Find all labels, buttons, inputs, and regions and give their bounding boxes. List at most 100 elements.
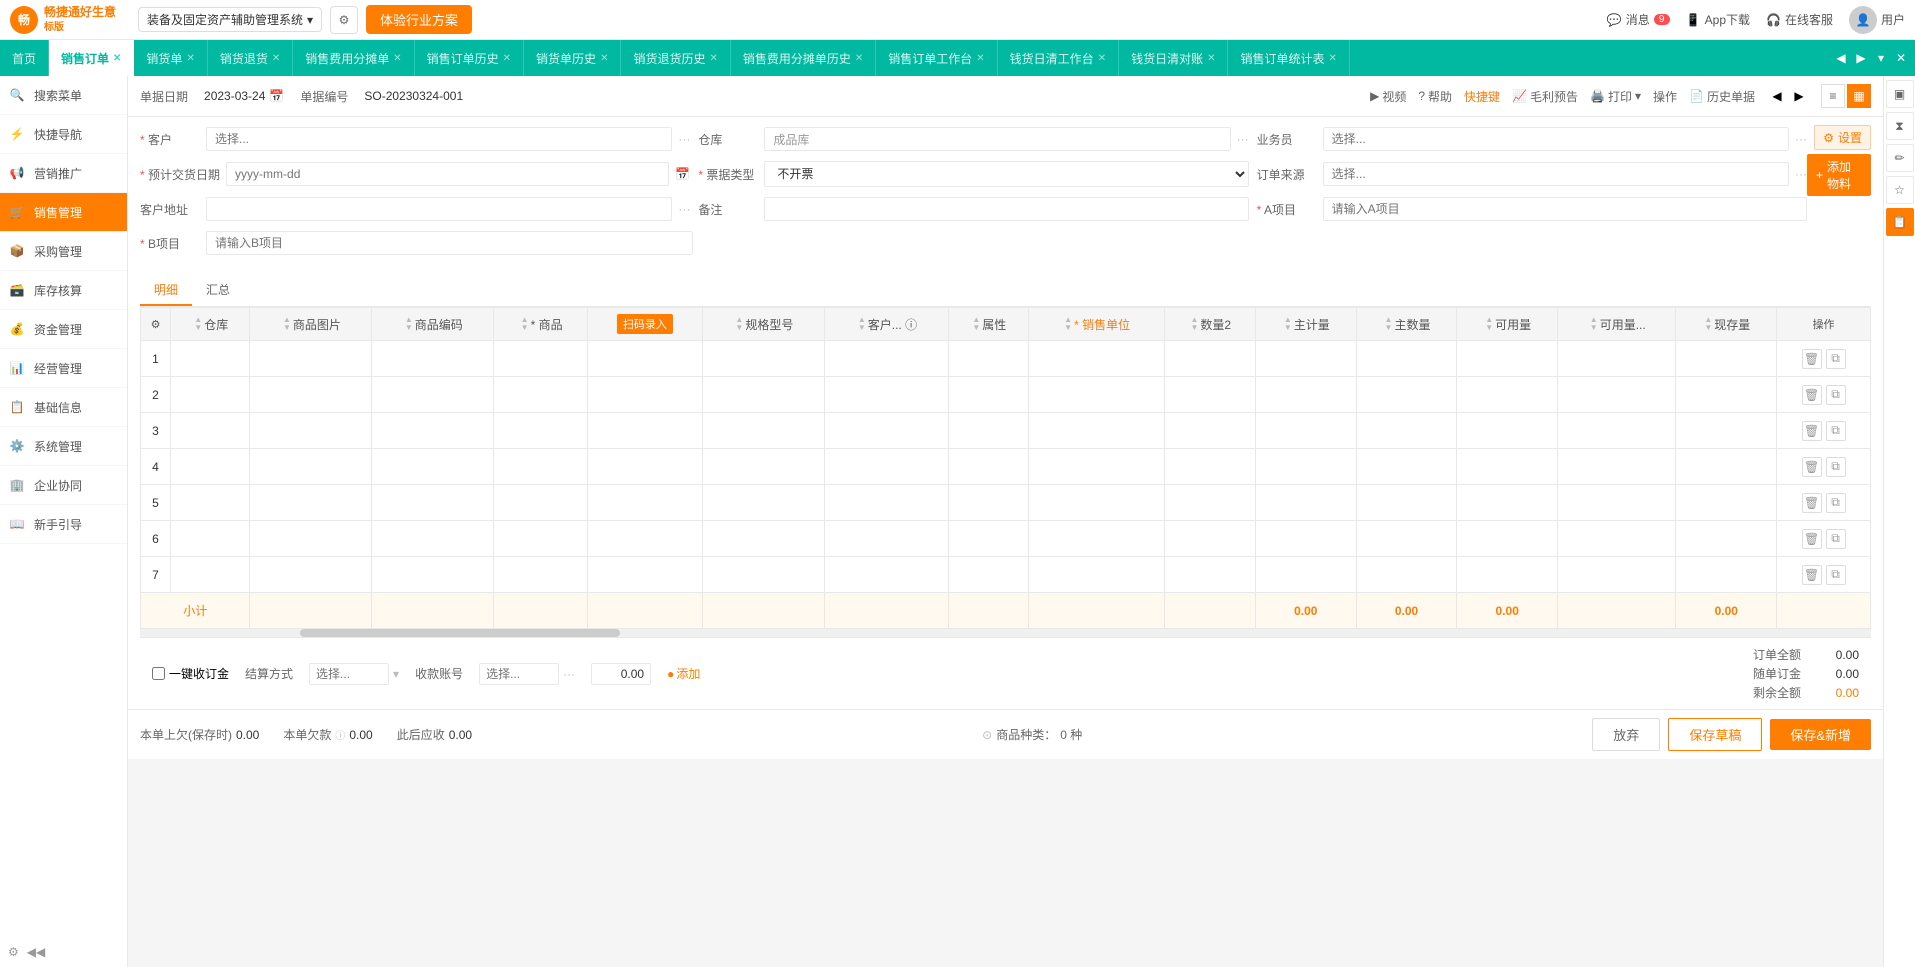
row-delete-3[interactable]: 🗑 bbox=[1802, 421, 1822, 441]
nav-tab-sales-order-history[interactable]: 销售订单历史 ✕ bbox=[415, 40, 524, 76]
view-btn[interactable]: ▶ 视频 bbox=[1370, 88, 1406, 105]
draft-btn[interactable]: 保存草稿 bbox=[1668, 718, 1762, 751]
sidebar-item-finance[interactable]: 💰 资金管理 bbox=[0, 310, 127, 349]
industry-btn[interactable]: 体验行业方案 bbox=[366, 5, 472, 34]
nav-prev[interactable]: ◀ bbox=[1831, 48, 1851, 68]
shortcut-btn[interactable]: 快捷键 bbox=[1464, 88, 1500, 105]
nav-tab-sales-goods-history[interactable]: 销货单历史 ✕ bbox=[524, 40, 621, 76]
addr-dots[interactable]: ··· bbox=[678, 202, 690, 216]
delivery-date-input[interactable] bbox=[226, 162, 669, 186]
scan-btn[interactable]: 扫码录入 bbox=[617, 314, 673, 334]
nav-tab-daily-account[interactable]: 钱货日清对账 ✕ bbox=[1119, 40, 1228, 76]
row-copy-6[interactable]: ⧉ bbox=[1826, 529, 1846, 549]
receipt-account-input[interactable] bbox=[479, 663, 559, 685]
online-service-btn[interactable]: 🎧 在线客服 bbox=[1766, 11, 1833, 28]
warehouse-dots[interactable]: ··· bbox=[1237, 132, 1249, 146]
salesman-input[interactable] bbox=[1323, 127, 1789, 151]
discard-btn[interactable]: 放弃 bbox=[1592, 718, 1660, 751]
sidebar-item-marketing[interactable]: 📢 营销推广 bbox=[0, 154, 127, 193]
row-delete-6[interactable]: 🗑 bbox=[1802, 529, 1822, 549]
col-current[interactable]: ▲▼ 现存量 bbox=[1676, 308, 1777, 341]
print-btn[interactable]: 🖨️ 打印 ▾ bbox=[1590, 88, 1641, 105]
panel-btn-3[interactable]: ✏ bbox=[1886, 144, 1914, 172]
warehouse-input[interactable] bbox=[764, 127, 1230, 151]
col-qty2[interactable]: ▲▼ 数量2 bbox=[1164, 308, 1255, 341]
next-record[interactable]: ▶ bbox=[1789, 86, 1809, 106]
sidebar-item-operations[interactable]: 📊 经营管理 bbox=[0, 349, 127, 388]
nav-tab-daily-workbench[interactable]: 钱货日清工作台 ✕ bbox=[998, 40, 1119, 76]
row-copy-2[interactable]: ⧉ bbox=[1826, 385, 1846, 405]
panel-btn-5[interactable]: 📋 bbox=[1886, 208, 1914, 236]
card-view-btn[interactable]: ▦ bbox=[1847, 84, 1871, 108]
col-available2[interactable]: ▲▼ 可用量... bbox=[1558, 308, 1676, 341]
list-view-btn[interactable]: ≡ bbox=[1821, 84, 1845, 108]
customer-dots[interactable]: ··· bbox=[678, 132, 690, 146]
col-warehouse[interactable]: ▲▼ 仓库 bbox=[171, 308, 250, 341]
one-click-checkbox[interactable]: 一键收订金 bbox=[152, 665, 229, 682]
sidebar-item-system[interactable]: ⚙️ 系统管理 bbox=[0, 427, 127, 466]
col-unit[interactable]: ▲▼ * 销售单位 bbox=[1028, 308, 1164, 341]
nav-expand[interactable]: ▾ bbox=[1871, 48, 1891, 68]
settings-panel-btn[interactable]: ⚙ 设置 bbox=[1814, 125, 1871, 150]
nav-tab-sales-workbench[interactable]: 销售订单工作台 ✕ bbox=[876, 40, 997, 76]
message-btn[interactable]: 💬 消息 9 bbox=[1607, 11, 1670, 28]
col-attr[interactable]: ▲▼ 属性 bbox=[949, 308, 1028, 341]
row-delete-4[interactable]: 🗑 bbox=[1802, 457, 1822, 477]
nav-tab-return-history[interactable]: 销货退货历史 ✕ bbox=[621, 40, 730, 76]
panel-btn-2[interactable]: ⧗ bbox=[1886, 112, 1914, 140]
history-btn[interactable]: 📄 历史单据 bbox=[1689, 88, 1755, 105]
sidebar-item-inventory[interactable]: 🗃️ 库存核算 bbox=[0, 271, 127, 310]
col-cust-code[interactable]: ▲▼ 客户... ⓘ bbox=[824, 308, 948, 341]
row-copy-4[interactable]: ⧉ bbox=[1826, 457, 1846, 477]
col-main-unit[interactable]: ▲▼ 主计量 bbox=[1255, 308, 1356, 341]
nav-tab-sales-goods[interactable]: 销货单 ✕ bbox=[134, 40, 207, 76]
settings-btn[interactable]: ⚙ bbox=[330, 6, 358, 34]
add-material-btn[interactable]: + 添加物料 bbox=[1807, 154, 1871, 196]
sidebar-item-sales[interactable]: 🛒 销售管理 bbox=[0, 193, 127, 232]
col-main-qty[interactable]: ▲▼ 主数量 bbox=[1356, 308, 1457, 341]
sidebar-item-base[interactable]: 📋 基础信息 bbox=[0, 388, 127, 427]
a-project-input[interactable] bbox=[1323, 197, 1807, 221]
row-copy-7[interactable]: ⧉ bbox=[1826, 565, 1846, 585]
panel-btn-1[interactable]: ▣ bbox=[1886, 80, 1914, 108]
profit-btn[interactable]: 📈 毛利预告 bbox=[1512, 88, 1578, 105]
panel-btn-4[interactable]: ☆ bbox=[1886, 176, 1914, 204]
col-image[interactable]: ▲▼ 商品图片 bbox=[250, 308, 372, 341]
col-scan[interactable]: 扫码录入 bbox=[587, 308, 702, 341]
one-click-check[interactable] bbox=[152, 667, 165, 680]
help-btn[interactable]: ? 帮助 bbox=[1418, 88, 1452, 105]
sidebar-item-enterprise[interactable]: 🏢 企业协同 bbox=[0, 466, 127, 505]
tab-summary[interactable]: 汇总 bbox=[192, 275, 244, 306]
nav-tab-sales-return[interactable]: 销货退货 ✕ bbox=[208, 40, 293, 76]
calendar-icon[interactable]: 📅 bbox=[269, 89, 284, 103]
source-dots[interactable]: ··· bbox=[1795, 167, 1807, 181]
nav-close[interactable]: ✕ bbox=[1891, 48, 1911, 68]
user-btn[interactable]: 👤 用户 bbox=[1849, 6, 1905, 34]
nav-tab-sales-stats[interactable]: 销售订单统计表 ✕ bbox=[1228, 40, 1349, 76]
scroll-thumb[interactable] bbox=[300, 629, 620, 637]
app-download-btn[interactable]: 📱 App下载 bbox=[1686, 11, 1750, 28]
salesman-dots[interactable]: ··· bbox=[1795, 132, 1807, 146]
col-settings[interactable]: ⚙ bbox=[141, 308, 171, 341]
addr-input[interactable] bbox=[206, 197, 672, 221]
col-goods[interactable]: ▲▼ * 商品 bbox=[494, 308, 588, 341]
row-copy-5[interactable]: ⧉ bbox=[1826, 493, 1846, 513]
row-copy-3[interactable]: ⧉ bbox=[1826, 421, 1846, 441]
row-delete-7[interactable]: 🗑 bbox=[1802, 565, 1822, 585]
sidebar-bottom[interactable]: ⚙ ◀◀ bbox=[0, 937, 127, 967]
sidebar-item-guide[interactable]: 📖 新手引导 bbox=[0, 505, 127, 544]
delivery-calendar-icon[interactable]: 📅 bbox=[675, 167, 690, 181]
row-delete-1[interactable]: 🗑 bbox=[1802, 349, 1822, 369]
remark-input[interactable] bbox=[764, 197, 1248, 221]
customer-input[interactable] bbox=[206, 127, 672, 151]
col-code[interactable]: ▲▼ 商品编码 bbox=[372, 308, 494, 341]
order-source-input[interactable] bbox=[1323, 162, 1789, 186]
nav-next[interactable]: ▶ bbox=[1851, 48, 1871, 68]
row-copy-1[interactable]: ⧉ bbox=[1826, 349, 1846, 369]
save-new-btn[interactable]: 保存&新增 bbox=[1770, 719, 1871, 750]
nav-tab-expense-history[interactable]: 销售费用分摊单历史 ✕ bbox=[731, 40, 876, 76]
nav-tab-home[interactable]: 首页 bbox=[0, 40, 49, 76]
invoice-type-select[interactable]: 不开票 bbox=[764, 161, 1248, 187]
payment-method-input[interactable] bbox=[309, 663, 389, 685]
scroll-indicator[interactable] bbox=[140, 629, 1871, 637]
